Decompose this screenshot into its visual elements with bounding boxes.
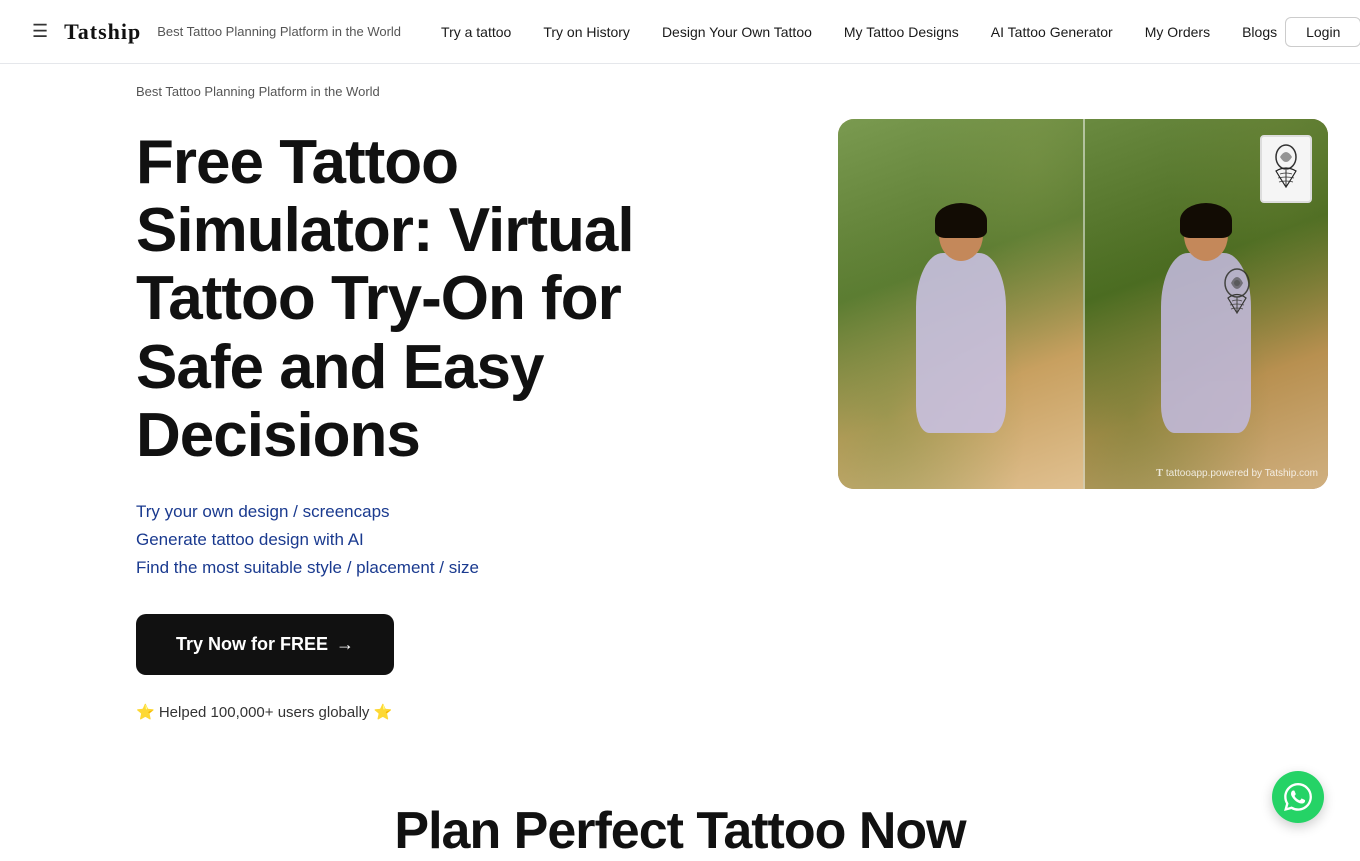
watermark-t-icon: T: [1156, 468, 1163, 479]
below-hero-text: Plan Perfect Tattoo Now: [0, 761, 1360, 861]
hero-features: Try your own design / screencaps Generat…: [136, 502, 716, 578]
hero-feature-3: Find the most suitable style / placement…: [136, 558, 716, 578]
whatsapp-button[interactable]: [1272, 771, 1324, 823]
hero-cta-button[interactable]: Try Now for FREE →: [136, 614, 394, 675]
hero-social-proof: ⭐ Helped 100,000+ users globally ⭐: [136, 703, 716, 721]
hero-section: Free Tattoo Simulator: Virtual Tattoo Tr…: [0, 99, 1360, 761]
site-logo: Tatship: [64, 19, 141, 45]
hero-feature-2: Generate tattoo design with AI: [136, 530, 716, 550]
hero-image-before: [838, 119, 1083, 489]
hero-feature-1: Try your own design / screencaps: [136, 502, 716, 522]
hero-comparison-image: T tattooapp.powered by Tatship.com: [838, 119, 1328, 489]
nav-try-tattoo[interactable]: Try a tattoo: [441, 24, 511, 40]
hamburger-icon[interactable]: ☰: [32, 21, 48, 42]
nav-ai-generator[interactable]: AI Tattoo Generator: [991, 24, 1113, 40]
nav-design-own[interactable]: Design Your Own Tattoo: [662, 24, 812, 40]
nav-my-designs[interactable]: My Tattoo Designs: [844, 24, 959, 40]
navbar: ☰ Tatship Best Tattoo Planning Platform …: [0, 0, 1360, 64]
hero-content: Free Tattoo Simulator: Virtual Tattoo Tr…: [136, 119, 716, 721]
image-divider: [1083, 119, 1085, 489]
hero-cta-label: Try Now for FREE: [176, 634, 328, 655]
login-button[interactable]: Login: [1285, 17, 1360, 47]
watermark-text: tattooapp.powered by Tatship.com: [1166, 468, 1318, 479]
hero-image-after: T tattooapp.powered by Tatship.com: [1083, 119, 1328, 489]
site-tagline: Best Tattoo Planning Platform in the Wor…: [157, 24, 401, 39]
breadcrumb: Best Tattoo Planning Platform in the Wor…: [0, 64, 1360, 99]
nav-try-history[interactable]: Try on History: [543, 24, 630, 40]
hero-title: Free Tattoo Simulator: Virtual Tattoo Tr…: [136, 129, 716, 470]
hero-image-area: T tattooapp.powered by Tatship.com: [776, 119, 1328, 489]
tattoo-thumbnail: [1260, 135, 1312, 203]
tattoo-on-body: [1218, 263, 1256, 333]
tattoo-preview-icon: [1268, 143, 1304, 195]
image-watermark: T tattooapp.powered by Tatship.com: [1156, 468, 1318, 479]
nav-my-orders[interactable]: My Orders: [1145, 24, 1210, 40]
nav-links: Try a tattoo Try on History Design Your …: [441, 24, 1277, 40]
hero-cta-arrow: →: [336, 634, 354, 655]
nav-blogs[interactable]: Blogs: [1242, 24, 1277, 40]
whatsapp-icon: [1284, 783, 1312, 811]
